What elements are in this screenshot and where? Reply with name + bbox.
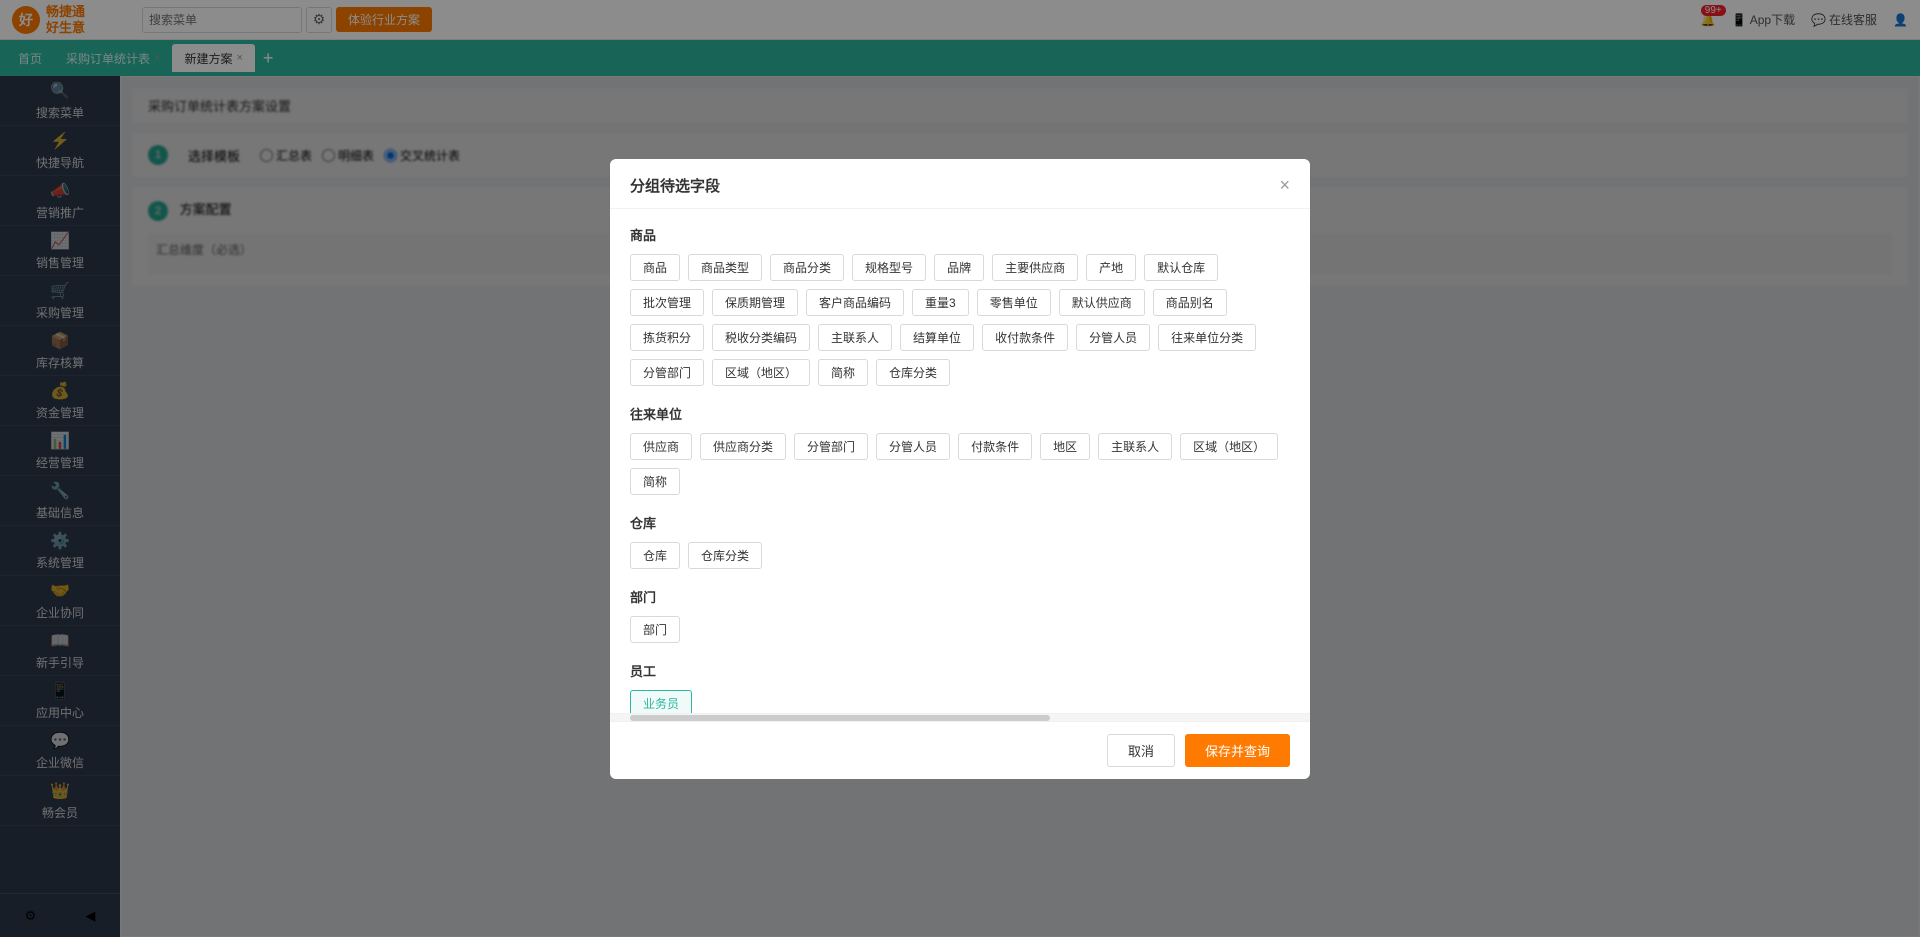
field-section-partner: 往来单位供应商供应商分类分管部门分管人员付款条件地区主联系人区域（地区） 简称 [630, 404, 1290, 495]
field-tag-partner-6[interactable]: 主联系人 [1098, 433, 1172, 460]
field-tags-warehouse: 仓库仓库分类 [630, 542, 1290, 569]
field-tags-department: 部门 [630, 616, 1290, 643]
field-tag-employee-0[interactable]: 业务员 [630, 690, 692, 713]
field-tag-goods-21[interactable]: 往来单位分类 [1158, 324, 1256, 351]
field-tag-goods-13[interactable]: 默认供应商 [1059, 289, 1145, 316]
field-tag-goods-23[interactable]: 区域（地区） [712, 359, 810, 386]
field-tag-partner-7[interactable]: 区域（地区） [1180, 433, 1278, 460]
field-tag-goods-3[interactable]: 规格型号 [852, 254, 926, 281]
field-tag-goods-4[interactable]: 品牌 [934, 254, 984, 281]
field-section-department: 部门部门 [630, 587, 1290, 643]
modal-overlay: 分组待选字段 × 商品商品商品类型商品分类规格型号品牌主要供应商产地默认仓库批次… [0, 0, 1920, 937]
field-tags-goods: 商品商品类型商品分类规格型号品牌主要供应商产地默认仓库批次管理保质期管理客户商品… [630, 254, 1290, 386]
field-tag-goods-24[interactable]: 简称 [818, 359, 868, 386]
field-section-title-department: 部门 [630, 587, 1290, 606]
modal-horizontal-scrollbar[interactable] [610, 713, 1310, 721]
modal-body[interactable]: 商品商品商品类型商品分类规格型号品牌主要供应商产地默认仓库批次管理保质期管理客户… [610, 209, 1310, 713]
field-section-title-goods: 商品 [630, 225, 1290, 244]
field-tag-goods-25[interactable]: 仓库分类 [876, 359, 950, 386]
field-tags-partner: 供应商供应商分类分管部门分管人员付款条件地区主联系人区域（地区） 简称 [630, 433, 1290, 495]
field-tag-goods-7[interactable]: 默认仓库 [1144, 254, 1218, 281]
field-tag-warehouse-1[interactable]: 仓库分类 [688, 542, 762, 569]
field-tag-warehouse-0[interactable]: 仓库 [630, 542, 680, 569]
field-tag-goods-11[interactable]: 重量3 [912, 289, 969, 316]
modal-close-button[interactable]: × [1279, 176, 1290, 194]
field-tag-partner-8[interactable]: 简称 [630, 468, 680, 495]
field-tag-partner-4[interactable]: 付款条件 [958, 433, 1032, 460]
field-tag-goods-15[interactable]: 拣货积分 [630, 324, 704, 351]
horizontal-scrollbar-thumb [630, 715, 1050, 721]
field-select-modal: 分组待选字段 × 商品商品商品类型商品分类规格型号品牌主要供应商产地默认仓库批次… [610, 159, 1310, 779]
field-tag-goods-22[interactable]: 分管部门 [630, 359, 704, 386]
modal-header: 分组待选字段 × [610, 159, 1310, 209]
field-section-warehouse: 仓库仓库仓库分类 [630, 513, 1290, 569]
field-tag-goods-2[interactable]: 商品分类 [770, 254, 844, 281]
confirm-button[interactable]: 保存并查询 [1185, 734, 1290, 767]
field-tag-partner-3[interactable]: 分管人员 [876, 433, 950, 460]
field-tag-goods-1[interactable]: 商品类型 [688, 254, 762, 281]
field-tags-employee: 业务员 [630, 690, 1290, 713]
field-section-title-partner: 往来单位 [630, 404, 1290, 423]
field-tag-goods-19[interactable]: 收付款条件 [982, 324, 1068, 351]
field-tag-goods-6[interactable]: 产地 [1086, 254, 1136, 281]
field-tag-goods-10[interactable]: 客户商品编码 [806, 289, 904, 316]
field-section-employee: 员工业务员 [630, 661, 1290, 713]
cancel-button[interactable]: 取消 [1107, 734, 1175, 767]
field-tag-goods-20[interactable]: 分管人员 [1076, 324, 1150, 351]
field-tag-goods-16[interactable]: 税收分类编码 [712, 324, 810, 351]
field-tag-goods-17[interactable]: 主联系人 [818, 324, 892, 351]
field-tag-partner-2[interactable]: 分管部门 [794, 433, 868, 460]
field-tag-goods-14[interactable]: 商品别名 [1153, 289, 1227, 316]
field-tag-goods-12[interactable]: 零售单位 [977, 289, 1051, 316]
field-tag-goods-9[interactable]: 保质期管理 [712, 289, 798, 316]
field-tag-partner-5[interactable]: 地区 [1040, 433, 1090, 460]
field-tag-goods-18[interactable]: 结算单位 [900, 324, 974, 351]
field-tag-partner-0[interactable]: 供应商 [630, 433, 692, 460]
field-tag-goods-5[interactable]: 主要供应商 [992, 254, 1078, 281]
field-tag-partner-1[interactable]: 供应商分类 [700, 433, 786, 460]
modal-footer: 取消 保存并查询 [610, 721, 1310, 779]
field-tag-department-0[interactable]: 部门 [630, 616, 680, 643]
field-tag-goods-8[interactable]: 批次管理 [630, 289, 704, 316]
field-section-title-warehouse: 仓库 [630, 513, 1290, 532]
modal-title: 分组待选字段 [630, 175, 720, 196]
field-section-title-employee: 员工 [630, 661, 1290, 680]
field-section-goods: 商品商品商品类型商品分类规格型号品牌主要供应商产地默认仓库批次管理保质期管理客户… [630, 225, 1290, 386]
field-tag-goods-0[interactable]: 商品 [630, 254, 680, 281]
